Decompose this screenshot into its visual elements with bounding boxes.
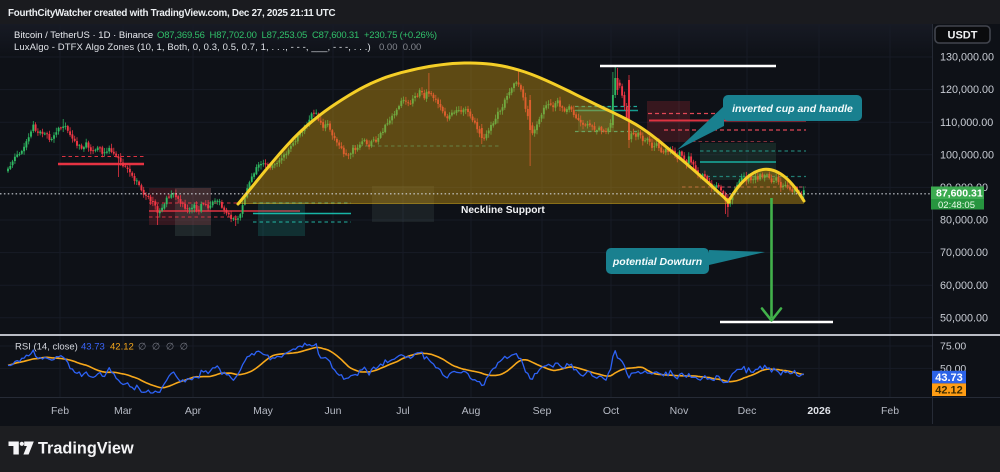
svg-text:FourthCityWatcher created with: FourthCityWatcher created with TradingVi…	[8, 8, 335, 19]
svg-text:Bitcoin / TetherUS · 1D · Bina: Bitcoin / TetherUS · 1D · Binance	[14, 30, 153, 41]
svg-text:87,600.31: 87,600.31	[936, 188, 983, 200]
svg-text:2026: 2026	[807, 405, 831, 417]
svg-text:Oct: Oct	[603, 405, 619, 417]
svg-text:inverted cup and handle: inverted cup and handle	[732, 103, 853, 115]
svg-text:80,000.00: 80,000.00	[940, 215, 988, 227]
svg-text:Dec: Dec	[738, 405, 757, 417]
svg-text:120,000.00: 120,000.00	[940, 84, 994, 96]
svg-text:Feb: Feb	[51, 405, 69, 417]
svg-text:USDT: USDT	[948, 30, 978, 42]
svg-text:43.73: 43.73	[81, 342, 105, 353]
svg-text:May: May	[253, 405, 274, 417]
svg-text:potential Dowturn: potential Dowturn	[612, 256, 702, 268]
svg-text:Mar: Mar	[114, 405, 133, 417]
svg-text:Feb: Feb	[881, 405, 899, 417]
svg-text:Nov: Nov	[670, 405, 689, 417]
svg-text:50,000.00: 50,000.00	[940, 312, 988, 324]
svg-text:02:48:05: 02:48:05	[938, 200, 975, 211]
svg-text:Jun: Jun	[325, 405, 342, 417]
svg-text:75.00: 75.00	[940, 341, 966, 353]
svg-text:42.12: 42.12	[110, 342, 134, 353]
svg-text:Jul: Jul	[396, 405, 409, 417]
svg-text:LuxAlgo - DTFX Algo Zones (10,: LuxAlgo - DTFX Algo Zones (10, 1, Both, …	[14, 42, 371, 53]
svg-text:Neckline Support: Neckline Support	[461, 205, 545, 216]
svg-text:42.12: 42.12	[935, 384, 963, 396]
svg-text:60,000.00: 60,000.00	[940, 280, 988, 292]
svg-text:43.73: 43.73	[935, 372, 963, 384]
svg-text:TradingView: TradingView	[38, 440, 134, 458]
svg-text:110,000.00: 110,000.00	[940, 117, 993, 129]
svg-text:Apr: Apr	[185, 405, 202, 417]
svg-text:Aug: Aug	[462, 405, 481, 417]
svg-text:O87,369.56 H87,702.00 L87,25: O87,369.56 H87,702.00 L87,253.05 C87,600…	[157, 30, 437, 41]
svg-text:∅ ∅ ∅ ∅: ∅ ∅ ∅ ∅	[138, 342, 190, 353]
svg-text:100,000.00: 100,000.00	[940, 149, 994, 161]
svg-text:Sep: Sep	[533, 405, 552, 417]
svg-text:130,000.00: 130,000.00	[940, 52, 994, 64]
svg-text:70,000.00: 70,000.00	[940, 247, 988, 259]
svg-text:0.00 0.00: 0.00 0.00	[379, 42, 421, 53]
svg-text:RSI (14, close): RSI (14, close)	[15, 342, 78, 353]
